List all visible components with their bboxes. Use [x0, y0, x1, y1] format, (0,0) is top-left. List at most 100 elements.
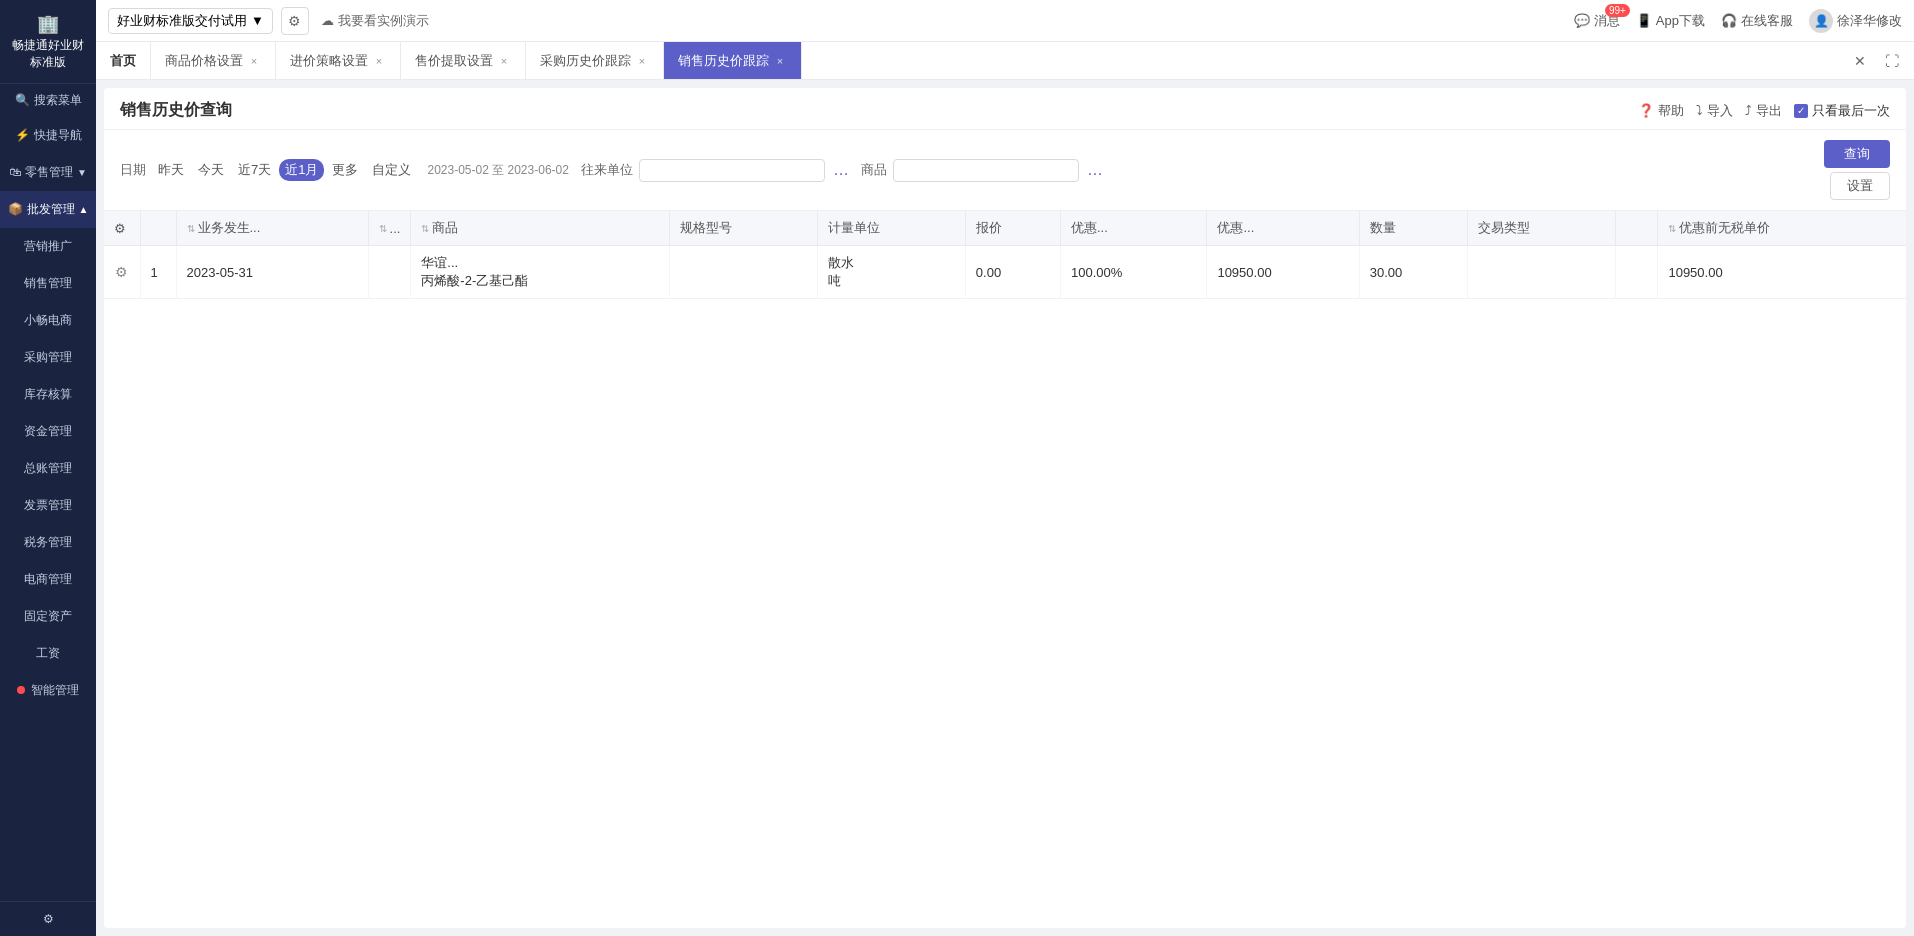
- demo-link[interactable]: ☁ 我要看实例演示: [321, 12, 429, 30]
- tab-purchase-strategy[interactable]: 进价策略设置 ×: [276, 42, 401, 80]
- tab-home-label: 首页: [110, 52, 136, 70]
- messages-button[interactable]: 💬 消息 99+: [1574, 12, 1620, 30]
- date-range-display: 2023-05-02 至 2023-06-02: [427, 162, 568, 179]
- tabs-maximize-button[interactable]: ⛶: [1878, 47, 1906, 75]
- page-header: 销售历史价查询 ❓ 帮助 ⤵ 导入 ⤴ 导出 ✓ 只看最后一次: [104, 88, 1906, 130]
- topbar: 好业财标准版交付试用 ▼ ⚙ ☁ 我要看实例演示 💬 消息 99+ 📱 App下…: [96, 0, 1914, 42]
- sidebar-item-retail[interactable]: 🛍 零售管理 ▼: [0, 154, 96, 191]
- th-gear[interactable]: ⚙: [104, 211, 140, 246]
- sidebar-item-payroll[interactable]: 工资: [0, 635, 96, 672]
- tab-home[interactable]: 首页: [96, 42, 151, 80]
- sidebar-settings-button[interactable]: ⚙: [0, 901, 96, 936]
- th-discount-amt: 优惠...: [1207, 211, 1359, 246]
- sidebar-item-smart[interactable]: 智能管理: [0, 672, 96, 709]
- date-opt-today[interactable]: 今天: [192, 159, 230, 181]
- tab-purchase-history[interactable]: 采购历史价跟踪 ×: [526, 42, 664, 80]
- row-gear-cell[interactable]: ⚙: [104, 246, 140, 299]
- settings-icon: ⚙: [43, 912, 54, 926]
- tab-close-button[interactable]: ×: [247, 54, 261, 68]
- th-discount-pct: 优惠...: [1060, 211, 1206, 246]
- tab-close-button[interactable]: ×: [497, 54, 511, 68]
- search-menu[interactable]: 🔍 搜索菜单: [0, 84, 96, 117]
- row-txn-type: [1468, 246, 1616, 299]
- row-dots: [368, 246, 411, 299]
- row-pretax-price: 10950.00: [1658, 246, 1906, 299]
- sidebar-item-invoice[interactable]: 发票管理: [0, 487, 96, 524]
- th-product[interactable]: ⇅ 商品: [411, 211, 670, 246]
- tab-product-price[interactable]: 商品价格设置 ×: [151, 42, 276, 80]
- date-label: 日期: [120, 161, 146, 179]
- sidebar-item-tax[interactable]: 税务管理: [0, 524, 96, 561]
- sidebar-item-general-ledger[interactable]: 总账管理: [0, 450, 96, 487]
- product-input[interactable]: [893, 159, 1079, 182]
- th-seq: [140, 211, 176, 246]
- sidebar-item-finance[interactable]: 资金管理: [0, 413, 96, 450]
- sidebar-item-purchase[interactable]: 采购管理: [0, 339, 96, 376]
- customer-dots-button[interactable]: …: [833, 161, 849, 179]
- tab-label: 售价提取设置: [415, 52, 493, 70]
- th-pretax-price: ⇅ 优惠前无税单价: [1658, 211, 1906, 246]
- sidebar-item-sales[interactable]: 销售管理: [0, 265, 96, 302]
- product-label: 商品: [861, 161, 887, 179]
- th-biz-date[interactable]: ⇅ 业务发生...: [176, 211, 368, 246]
- tab-label: 商品价格设置: [165, 52, 243, 70]
- sidebar-item-wholesale[interactable]: 📦 批发管理 ▲: [0, 191, 96, 228]
- row-spec: [670, 246, 818, 299]
- sort-icon: ⇅: [1668, 223, 1676, 234]
- tab-sale-extract[interactable]: 售价提取设置 ×: [401, 42, 526, 80]
- th-spacer: [1615, 211, 1658, 246]
- row-seq: 1: [140, 246, 176, 299]
- sidebar-item-marketing[interactable]: 营销推广: [0, 228, 96, 265]
- data-table: ⚙ ⇅ 业务发生... ⇅ ...: [104, 211, 1906, 299]
- sidebar-item-ecommerce[interactable]: 电商管理: [0, 561, 96, 598]
- tab-label: 销售历史价跟踪: [678, 52, 769, 70]
- th-spec: 规格型号: [670, 211, 818, 246]
- date-opt-last1m[interactable]: 近1月: [279, 159, 324, 181]
- date-opt-yesterday[interactable]: 昨天: [152, 159, 190, 181]
- wholesale-icon: 📦: [8, 202, 23, 216]
- sidebar-item-ecommerce-small[interactable]: 小畅电商: [0, 302, 96, 339]
- demo-icon: ☁: [321, 13, 334, 28]
- th-qty: 数量: [1359, 211, 1467, 246]
- query-button[interactable]: 查询: [1824, 140, 1890, 168]
- date-opt-more[interactable]: 更多: [326, 159, 364, 181]
- topbar-settings-button[interactable]: ⚙: [281, 7, 309, 35]
- import-icon: ⤵: [1696, 103, 1703, 118]
- row-gear-icon: ⚙: [115, 264, 128, 280]
- content-area: 销售历史价查询 ❓ 帮助 ⤵ 导入 ⤴ 导出 ✓ 只看最后一次: [104, 88, 1906, 928]
- app-download-button[interactable]: 📱 App下载: [1636, 12, 1705, 30]
- tab-close-button[interactable]: ×: [635, 54, 649, 68]
- customer-label: 往来单位: [581, 161, 633, 179]
- sidebar-item-fixed-assets[interactable]: 固定资产: [0, 598, 96, 635]
- date-opt-last7[interactable]: 近7天: [232, 159, 277, 181]
- product-dots-button[interactable]: …: [1087, 161, 1103, 179]
- date-opt-custom[interactable]: 自定义: [366, 159, 417, 181]
- tab-close-button[interactable]: ×: [372, 54, 386, 68]
- tab-label: 采购历史价跟踪: [540, 52, 631, 70]
- chevron-up-icon: ▲: [79, 204, 89, 215]
- online-service-button[interactable]: 🎧 在线客服: [1721, 12, 1793, 30]
- sidebar-item-quicknav[interactable]: ⚡ 快捷导航: [0, 117, 96, 154]
- page-actions: ❓ 帮助 ⤵ 导入 ⤴ 导出 ✓ 只看最后一次: [1638, 102, 1890, 120]
- tabs-close-button[interactable]: ✕: [1846, 47, 1874, 75]
- version-select[interactable]: 好业财标准版交付试用 ▼: [108, 8, 273, 34]
- table-header-row: ⚙ ⇅ 业务发生... ⇅ ...: [104, 211, 1906, 246]
- tab-close-button[interactable]: ×: [773, 54, 787, 68]
- user-menu[interactable]: 👤 徐泽华修改: [1809, 9, 1902, 33]
- help-button[interactable]: ❓ 帮助: [1638, 102, 1684, 120]
- tab-sale-history[interactable]: 销售历史价跟踪 ×: [664, 42, 802, 80]
- row-discount-pct: 100.00%: [1060, 246, 1206, 299]
- gear-icon: ⚙: [288, 13, 301, 29]
- only-last-checkbox[interactable]: ✓ 只看最后一次: [1794, 102, 1890, 120]
- export-button[interactable]: ⤴ 导出: [1745, 102, 1782, 120]
- setting-button[interactable]: 设置: [1830, 172, 1890, 200]
- sidebar-item-inventory[interactable]: 库存核算: [0, 376, 96, 413]
- filter-bar: 日期 昨天 今天 近7天 近1月 更多 自定义 2023-05-02 至 202…: [104, 130, 1906, 211]
- th-dots[interactable]: ⇅ ...: [368, 211, 411, 246]
- import-button[interactable]: ⤵ 导入: [1696, 102, 1733, 120]
- row-spacer: [1615, 246, 1658, 299]
- table-row[interactable]: ⚙ 1 2023-05-31 华谊... 丙烯酸-2-乙基己酯 散水 吨: [104, 246, 1906, 299]
- gear-icon: ⚙: [114, 221, 126, 236]
- row-qty: 30.00: [1359, 246, 1467, 299]
- customer-input[interactable]: [639, 159, 825, 182]
